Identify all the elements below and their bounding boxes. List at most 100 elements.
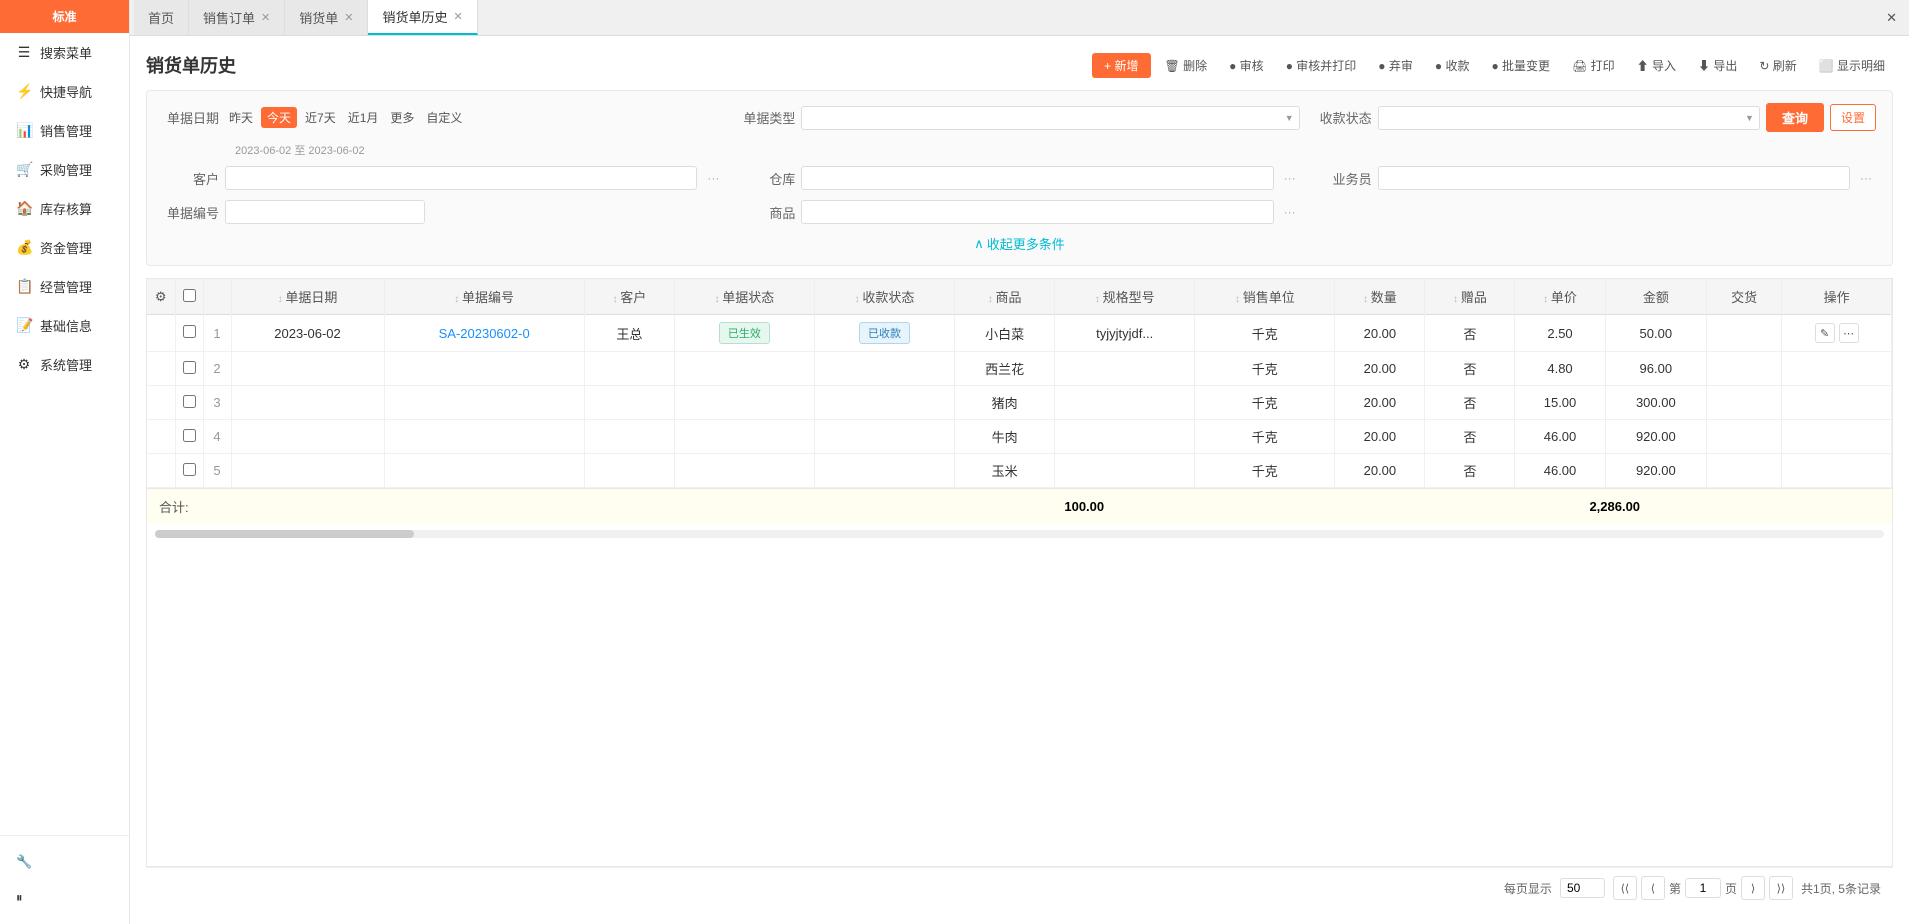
sidebar-bottom-action2[interactable]: ⏸ (0, 880, 129, 916)
row-qty-0: 20.00 (1335, 315, 1425, 352)
sidebar-item-quick-nav[interactable]: ⚡ 快捷导航 (0, 72, 129, 111)
col-spec[interactable]: 规格型号 (1055, 279, 1195, 315)
refresh-button[interactable]: ↻ 刷新 (1751, 53, 1804, 78)
tab-close-sales-goods[interactable]: ✕ (344, 11, 353, 24)
more-icon-0[interactable]: ⋯ (1839, 323, 1859, 343)
col-gear[interactable]: ⚙ (147, 279, 175, 315)
shortcut-today[interactable]: 今天 (261, 107, 297, 128)
col-doc-status[interactable]: 单据状态 (674, 279, 814, 315)
pagination-bar: 每页显示 50 100 ⟨⟨ ⟨ 第 页 ⟩ ⟩⟩ 共1页, 5条记录 (146, 867, 1893, 908)
docno-input[interactable] (225, 200, 425, 224)
col-receipt-status[interactable]: 收款状态 (814, 279, 954, 315)
sidebar-item-finance-mgmt[interactable]: 💰 资金管理 (0, 228, 129, 267)
tab-sales-history[interactable]: 销货单历史 ✕ (368, 0, 477, 35)
import-button[interactable]: ⬆ 导入 (1629, 53, 1684, 78)
next-page-button[interactable]: ⟩ (1741, 876, 1765, 900)
row-checkbox-2[interactable] (175, 386, 203, 420)
staff-dots[interactable]: ··· (1856, 171, 1876, 185)
sidebar-item-search-menu[interactable]: ☰ 搜索菜单 (0, 33, 129, 72)
col-sales-unit[interactable]: 销售单位 (1195, 279, 1335, 315)
goods-dots[interactable]: ··· (1280, 205, 1300, 219)
sidebar-item-sales-mgmt[interactable]: 📊 销售管理 (0, 111, 129, 150)
sidebar-item-system-mgmt[interactable]: ⚙ 系统管理 (0, 345, 129, 384)
per-page-select[interactable]: 50 100 (1560, 878, 1605, 898)
row-checkbox-input-4[interactable] (183, 463, 196, 476)
warehouse-dots[interactable]: ··· (1280, 171, 1300, 185)
staff-input[interactable] (1378, 166, 1850, 190)
row-checkbox-input-1[interactable] (183, 361, 196, 374)
row-doc-no-3[interactable] (384, 420, 584, 454)
row-checkbox-1[interactable] (175, 352, 203, 386)
col-qty[interactable]: 数量 (1335, 279, 1425, 315)
sales-mgmt-icon: 📊 (16, 122, 32, 139)
query-button[interactable]: 查询 (1766, 103, 1824, 132)
col-doc-date[interactable]: 单据日期 (231, 279, 384, 315)
display-detail-button[interactable]: ⬜ 显示明细 (1811, 53, 1893, 78)
col-doc-no[interactable]: 单据编号 (384, 279, 584, 315)
audit-button[interactable]: ● 审核 (1221, 53, 1272, 78)
per-page-label: 每页显示 (1504, 880, 1552, 897)
abandon-button[interactable]: ● 弃审 (1370, 53, 1421, 78)
row-checkbox-4[interactable] (175, 454, 203, 488)
row-doc-no-2[interactable] (384, 386, 584, 420)
sidebar-item-ops-mgmt[interactable]: 📋 经营管理 (0, 267, 129, 306)
warehouse-input[interactable] (801, 166, 1273, 190)
edit-icon-0[interactable]: ✎ (1815, 323, 1835, 343)
receipt-status-select[interactable] (1378, 106, 1760, 130)
tab-sales-order[interactable]: 销售订单 ✕ (189, 0, 285, 35)
scrollbar-thumb[interactable] (155, 530, 414, 538)
row-doc-no-4[interactable] (384, 454, 584, 488)
col-unit-price[interactable]: 单价 (1515, 279, 1605, 315)
row-checkbox-3[interactable] (175, 420, 203, 454)
row-delivery-3 (1707, 420, 1782, 454)
row-checkbox-0[interactable] (175, 315, 203, 352)
customer-input[interactable] (225, 166, 697, 190)
goods-input[interactable] (801, 200, 1273, 224)
shortcut-1month[interactable]: 近1月 (344, 107, 383, 128)
row-checkbox-input-2[interactable] (183, 395, 196, 408)
settings-button[interactable]: 设置 (1830, 104, 1876, 131)
col-goods[interactable]: 商品 (955, 279, 1055, 315)
sidebar-item-inventory-calc[interactable]: 🏠 库存核算 (0, 189, 129, 228)
customer-dots[interactable]: ··· (703, 171, 723, 185)
shortcut-7days[interactable]: 近7天 (301, 107, 340, 128)
horizontal-scrollbar[interactable] (155, 530, 1884, 538)
row-checkbox-input-3[interactable] (183, 429, 196, 442)
shortcut-more[interactable]: 更多 (386, 107, 418, 128)
tab-sales-goods[interactable]: 销货单 ✕ (285, 0, 368, 35)
sidebar-bottom-action1[interactable]: 🔧 (0, 844, 129, 880)
print-button[interactable]: 🖨 打印 (1564, 53, 1623, 78)
prev-page-button[interactable]: ⟨ (1641, 876, 1665, 900)
ops-mgmt-icon: 📋 (16, 278, 32, 295)
sidebar-item-purchase-mgmt[interactable]: 🛒 采购管理 (0, 150, 129, 189)
col-customer[interactable]: 客户 (584, 279, 674, 315)
doctype-select[interactable] (801, 106, 1299, 130)
receipt-status-select-wrap (1378, 106, 1760, 130)
tab-close-sales-order[interactable]: ✕ (261, 11, 270, 24)
receive-button[interactable]: ● 收款 (1427, 53, 1478, 78)
row-doc-no-1[interactable] (384, 352, 584, 386)
col-gift[interactable]: 赠品 (1425, 279, 1515, 315)
batch-change-button[interactable]: ● 批量变更 (1483, 53, 1558, 78)
row-gear-0 (147, 315, 175, 352)
sidebar-item-basic-info[interactable]: 📝 基础信息 (0, 306, 129, 345)
tab-home[interactable]: 首页 (134, 0, 189, 35)
audit-print-button[interactable]: ● 审核并打印 (1278, 53, 1365, 78)
shortcut-yesterday[interactable]: 昨天 (225, 107, 257, 128)
new-button[interactable]: + 新增 (1092, 53, 1150, 78)
tab-close-all[interactable]: ✕ (1878, 10, 1905, 26)
row-doc-date-4 (231, 454, 384, 488)
row-doc-no-0[interactable]: SA-20230602-0 (384, 315, 584, 352)
sidebar-item-label: 系统管理 (40, 355, 92, 374)
row-checkbox-input-0[interactable] (183, 325, 196, 338)
row-gift-1: 否 (1425, 352, 1515, 386)
page-input[interactable] (1685, 878, 1721, 898)
select-all-checkbox[interactable] (183, 289, 196, 302)
tab-close-sales-history[interactable]: ✕ (454, 10, 463, 23)
collapse-button[interactable]: ∧ 收起更多条件 (163, 234, 1876, 253)
export-button[interactable]: ⬇ 导出 (1690, 53, 1745, 78)
first-page-button[interactable]: ⟨⟨ (1613, 876, 1637, 900)
delete-button[interactable]: 🗑 删除 (1157, 53, 1216, 78)
shortcut-custom[interactable]: 自定义 (422, 107, 466, 128)
last-page-button[interactable]: ⟩⟩ (1769, 876, 1793, 900)
